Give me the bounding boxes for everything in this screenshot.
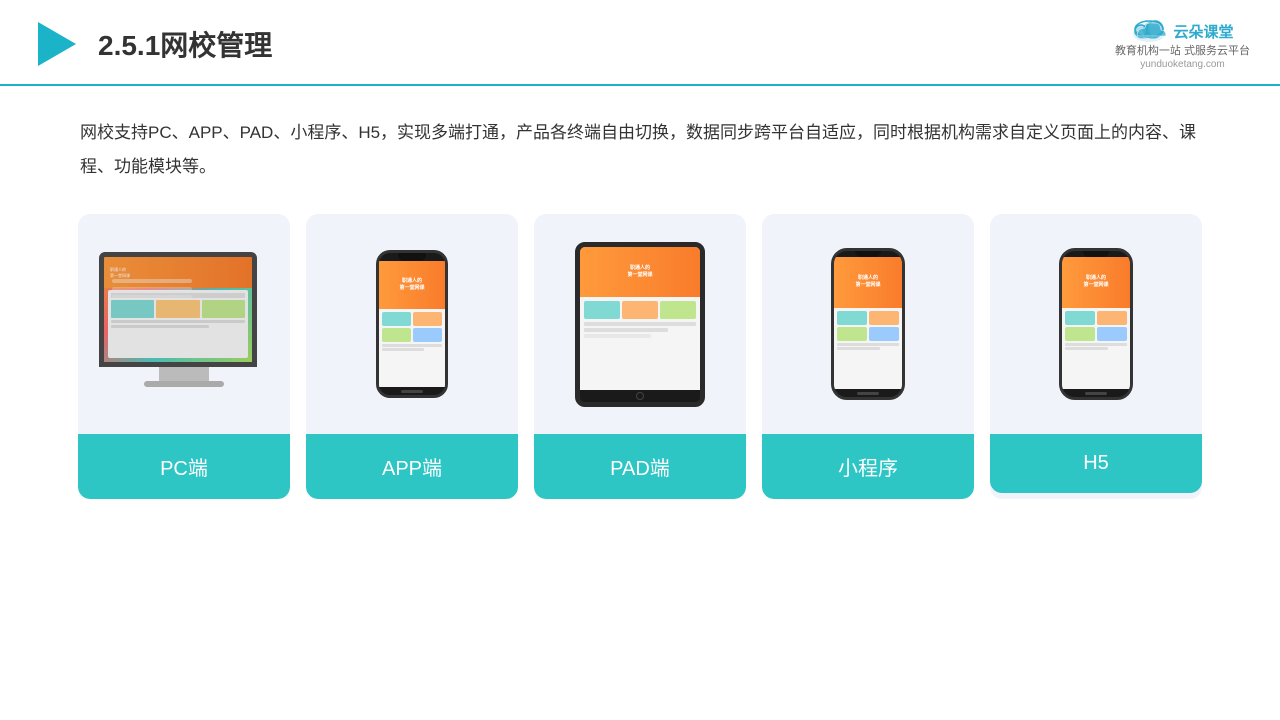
card-h5-label: H5 [990,434,1202,493]
phone-home-app [401,390,423,393]
tablet-screen: 职通人的第一堂网课 [580,247,700,390]
card-pc-image: 职通人的第一堂网课 [78,214,290,434]
phone-device-h5: 职通人的第一堂网课 [1059,248,1133,400]
phone-notch-h5 [1083,251,1109,257]
card-miniapp: 职通人的第一堂网课 [762,214,974,499]
logo-brand-name: 云朵课堂 [1173,21,1233,42]
phone-home-miniapp [857,392,879,395]
tablet-device: 职通人的第一堂网课 [575,242,705,407]
card-miniapp-label: 小程序 [762,434,974,499]
card-pad: 职通人的第一堂网课 [534,214,746,499]
card-pad-image: 职通人的第一堂网课 [534,214,746,434]
card-pc-label: PC端 [78,434,290,499]
logo-tagline: 教育机构一站 式服务云平台 [1115,44,1250,59]
card-pc: 职通人的第一堂网课 [78,214,290,499]
phone-home-h5 [1085,392,1107,395]
phone-bottom-app [379,387,445,395]
card-pad-label: PAD端 [534,434,746,499]
logo-area: 云朵课堂 教育机构一站 式服务云平台 yunduoketang.com [1115,18,1250,70]
phone-bottom-h5 [1062,389,1130,397]
header-left: 2.5.1网校管理 [30,18,272,70]
description-text: 网校支持PC、APP、PAD、小程序、H5，实现多端打通，产品各终端自由切换，数… [0,86,1280,204]
card-app-image: 职通人的第一堂网课 [306,214,518,434]
phone-device-miniapp: 职通人的第一堂网课 [831,248,905,400]
monitor-screen-content: 职通人的第一堂网课 [104,257,252,362]
phone-notch-miniapp [855,251,881,257]
card-app-label: APP端 [306,434,518,499]
tablet-home-btn [636,392,644,400]
card-h5: 职通人的第一堂网课 [990,214,1202,499]
logo-cloud: 云朵课堂 [1131,18,1233,44]
monitor-stand [159,367,209,381]
cloud-icon [1131,18,1167,44]
tablet-bottom [580,390,700,402]
phone-screen-miniapp: 职通人的第一堂网课 [834,257,902,389]
monitor-screen: 职通人的第一堂网课 [99,252,257,367]
monitor-base [144,381,224,387]
phone-device-app: 职通人的第一堂网课 [376,250,448,398]
page-title: 2.5.1网校管理 [98,24,272,64]
phone-screen-app: 职通人的第一堂网课 [379,261,445,387]
device-cards-container: 职通人的第一堂网课 [0,204,1280,519]
card-app: 职通人的第一堂网课 [306,214,518,499]
card-miniapp-image: 职通人的第一堂网课 [762,214,974,434]
page-header: 2.5.1网校管理 云朵课堂 教育机构一站 式服务云平台 yunduoketan… [0,0,1280,86]
phone-notch-app [398,253,426,261]
phone-screen-h5: 职通人的第一堂网课 [1062,257,1130,389]
monitor-device: 职通人的第一堂网课 [99,252,269,397]
description-content: 网校支持PC、APP、PAD、小程序、H5，实现多端打通，产品各终端自由切换，数… [80,123,1196,176]
card-h5-image: 职通人的第一堂网课 [990,214,1202,434]
brand-icon [30,18,82,70]
logo-url: yunduoketang.com [1140,59,1225,70]
phone-bottom-miniapp [834,389,902,397]
